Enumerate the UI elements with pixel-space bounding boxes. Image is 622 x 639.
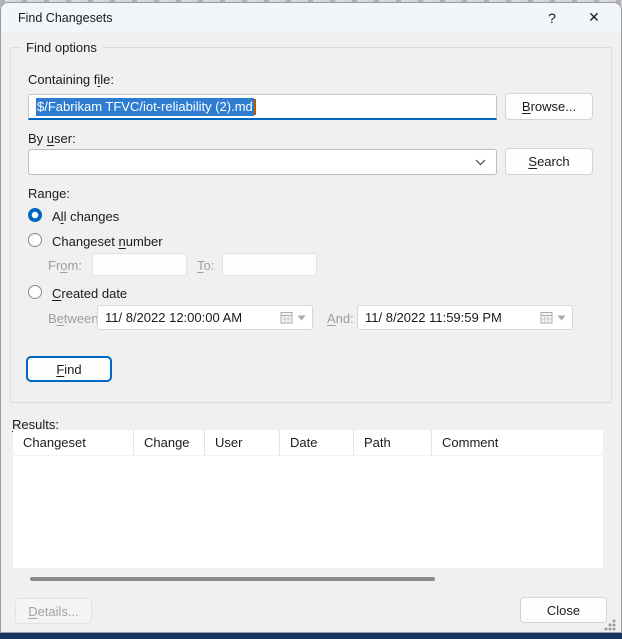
calendar-icon: [280, 311, 306, 324]
calendar-icon: [540, 311, 566, 324]
radio-changeset-number-label: Changeset number: [52, 234, 163, 249]
find-options-group-label: Find options: [21, 40, 102, 55]
column-header-date[interactable]: Date: [280, 430, 354, 455]
browse-button[interactable]: Browse...: [505, 93, 593, 120]
column-header-user[interactable]: User: [205, 430, 280, 455]
and-date-value: 11/ 8/2022 11:59:59 PM: [365, 310, 502, 325]
to-label: To:: [197, 258, 215, 273]
column-header-comment[interactable]: Comment: [432, 430, 603, 455]
chevron-down-icon: [475, 159, 486, 166]
between-label: Between:: [48, 311, 103, 326]
resize-grip[interactable]: [604, 619, 616, 631]
background-bottom-bar: [0, 633, 622, 639]
results-header-row: Changeset Change User Date Path Comment: [13, 430, 603, 456]
from-label: From:: [48, 258, 82, 273]
radio-created-date-label: Created date: [52, 286, 128, 301]
radio-created-date[interactable]: [28, 285, 42, 299]
chevron-down-icon: [297, 315, 306, 320]
containing-file-input[interactable]: $/Fabrikam TFVC/iot-reliability (2).md: [28, 94, 497, 120]
column-header-change[interactable]: Change: [134, 430, 205, 455]
from-input: [92, 253, 187, 276]
help-button[interactable]: ?: [531, 3, 573, 32]
find-changesets-dialog: { "window": { "title": "Find Changesets"…: [0, 0, 622, 639]
title-bar: Find Changesets ? ✕: [1, 3, 621, 32]
close-icon: ✕: [588, 9, 600, 25]
range-label: Range:: [28, 186, 70, 201]
to-input: [222, 253, 317, 276]
find-button[interactable]: Find: [26, 356, 112, 382]
containing-file-value: $/Fabrikam TFVC/iot-reliability (2).md: [36, 97, 254, 116]
column-header-changeset[interactable]: Changeset: [13, 430, 134, 455]
close-window-button[interactable]: ✕: [573, 3, 615, 32]
dialog-title: Find Changesets: [18, 10, 113, 25]
column-header-path[interactable]: Path: [354, 430, 432, 455]
and-label: And:: [327, 311, 354, 326]
by-user-label: By user:: [28, 131, 76, 146]
between-date-picker: 11/ 8/2022 12:00:00 AM: [97, 305, 313, 330]
between-date-value: 11/ 8/2022 12:00:00 AM: [105, 310, 243, 325]
text-caret: [253, 98, 256, 115]
horizontal-scrollbar-thumb[interactable]: [30, 577, 435, 581]
search-button[interactable]: Search: [505, 148, 593, 175]
radio-all-changes-label: All changes: [52, 209, 120, 224]
help-icon: ?: [548, 9, 556, 26]
and-date-picker: 11/ 8/2022 11:59:59 PM: [357, 305, 573, 330]
close-button[interactable]: Close: [520, 597, 607, 623]
radio-changeset-number[interactable]: [28, 233, 42, 247]
chevron-down-icon: [557, 315, 566, 320]
by-user-combobox[interactable]: [28, 149, 497, 175]
details-button: Details...: [15, 598, 92, 624]
containing-file-label: Containing file:: [28, 72, 115, 87]
radio-all-changes[interactable]: [28, 208, 42, 222]
results-list[interactable]: Changeset Change User Date Path Comment: [13, 430, 603, 568]
